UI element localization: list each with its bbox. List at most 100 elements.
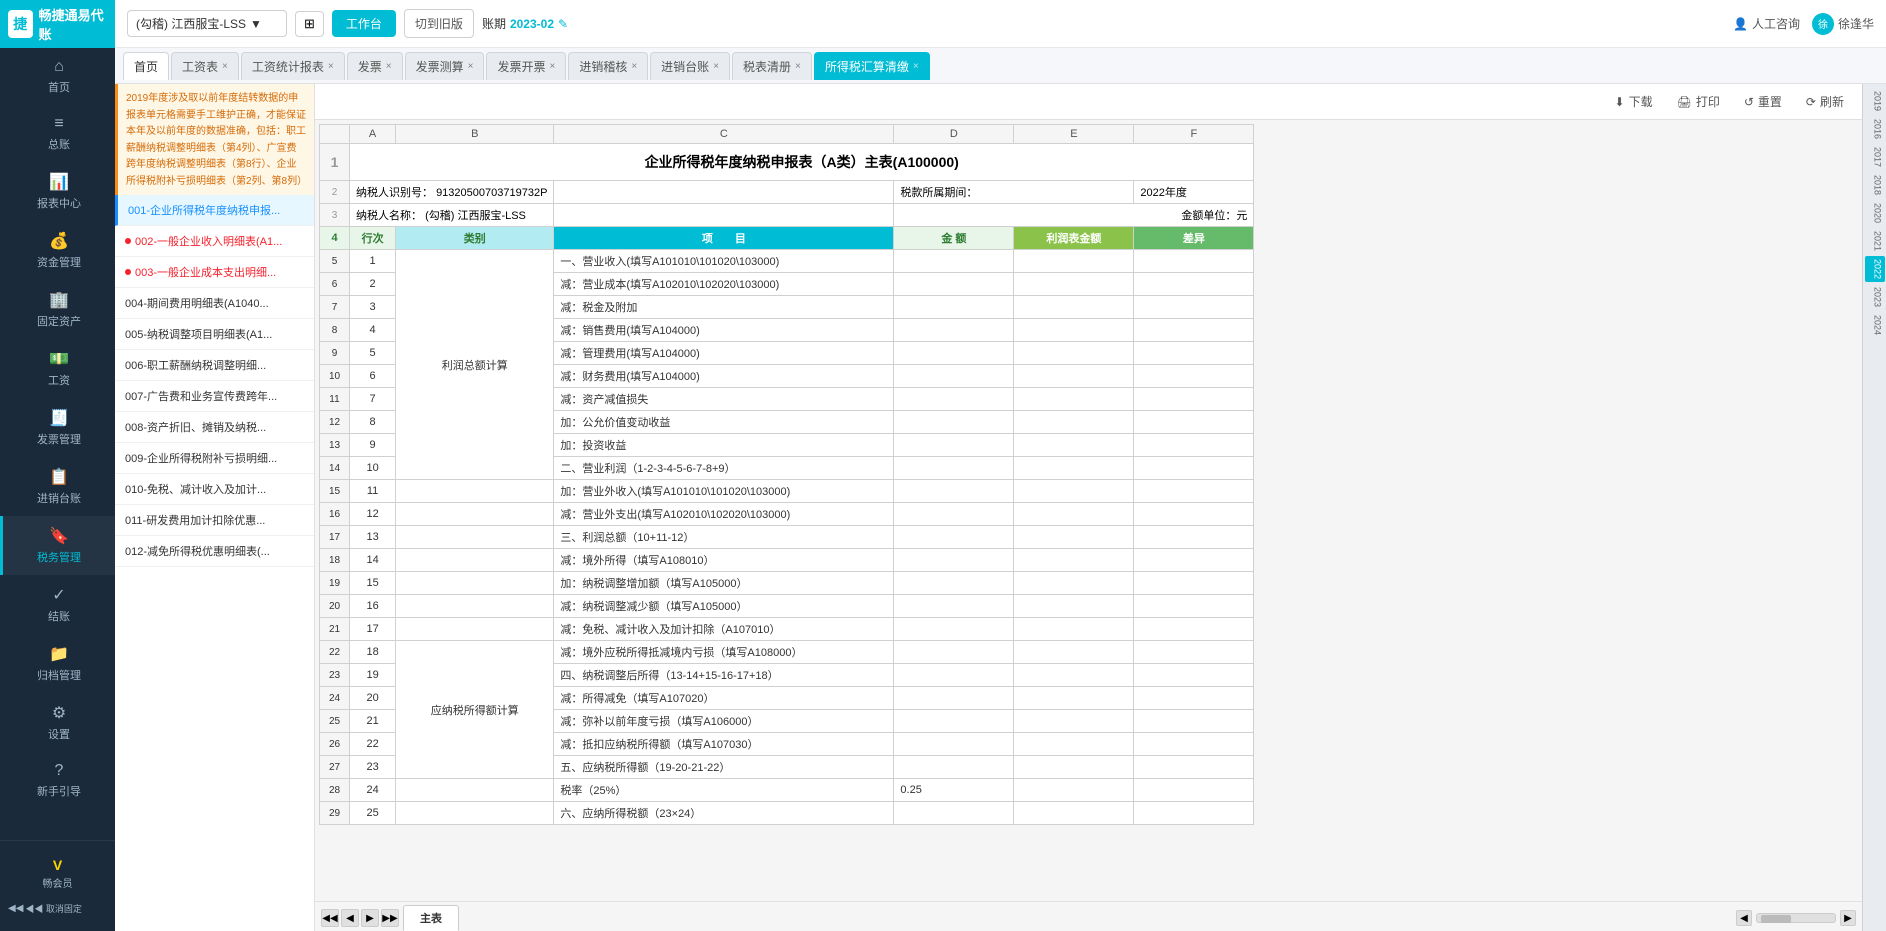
row-24-xingci[interactable]: 20 xyxy=(350,687,396,710)
sidebar-item-fund-mgmt[interactable]: 💰 资金管理 xyxy=(0,221,115,280)
sidebar-item-member[interactable]: V 畅会员 xyxy=(4,851,111,896)
sheet-nav-next-next[interactable]: ▶▶ xyxy=(381,909,399,927)
tab-invoice-calc-close[interactable]: × xyxy=(468,61,474,72)
form-list-item-010[interactable]: 010-免税、减计收入及加计... xyxy=(115,474,314,505)
row-5-xiangmu[interactable]: 一、营业收入(填写A101010\101020\103000) xyxy=(554,250,894,273)
form-list-item-005[interactable]: 005-纳税调整项目明细表(A1... xyxy=(115,319,314,350)
row-25-chaye[interactable] xyxy=(1134,710,1254,733)
form-list-item-003[interactable]: 003-一般企业成本支出明细... xyxy=(115,257,314,288)
row-13-xiangmu[interactable]: 加：投资收益 xyxy=(554,434,894,457)
row-27-chaye[interactable] xyxy=(1134,756,1254,779)
row-5-lirun[interactable] xyxy=(1014,250,1134,273)
sidebar-item-invoice-mgmt[interactable]: 🧾 发票管理 xyxy=(0,398,115,457)
timeline-2024[interactable]: 2024 xyxy=(1865,312,1885,338)
sidebar-item-report-center[interactable]: 📊 报表中心 xyxy=(0,162,115,221)
copy-btn[interactable]: ⊞ xyxy=(295,11,324,37)
row-27-xiangmu[interactable]: 五、应纳税所得额（19-20-21-22） xyxy=(554,756,894,779)
spreadsheet-container[interactable]: A B C D E F 1 企业所得税年度纳税申报表（A类）主表(A100000… xyxy=(315,120,1862,901)
row-24-lirun[interactable] xyxy=(1014,687,1134,710)
row-9-chaye[interactable] xyxy=(1134,342,1254,365)
row-13-xingci[interactable]: 9 xyxy=(350,434,396,457)
row-12-chaye[interactable] xyxy=(1134,411,1254,434)
row-10-chaye[interactable] xyxy=(1134,365,1254,388)
row-26-xingci[interactable]: 22 xyxy=(350,733,396,756)
row-8-quane[interactable] xyxy=(894,319,1014,342)
row-24-chaye[interactable] xyxy=(1134,687,1254,710)
row-12-xingci[interactable]: 8 xyxy=(350,411,396,434)
row-8-xingci[interactable]: 4 xyxy=(350,319,396,342)
sidebar-item-close-period[interactable]: ✓ 结账 xyxy=(0,575,115,634)
row-16-quane[interactable] xyxy=(894,503,1014,526)
row-18-chaye[interactable] xyxy=(1134,549,1254,572)
row-6-lirun[interactable] xyxy=(1014,273,1134,296)
sheet-nav-prev[interactable]: ◀ xyxy=(341,909,359,927)
row-15-xingci[interactable]: 11 xyxy=(350,480,396,503)
row-16-chaye[interactable] xyxy=(1134,503,1254,526)
horizontal-scrollbar[interactable] xyxy=(1756,913,1836,923)
user-avatar[interactable]: 徐 徐逢华 xyxy=(1812,13,1874,35)
timeline-2022[interactable]: 2022 xyxy=(1865,256,1885,282)
timeline-2016[interactable]: 2016 xyxy=(1865,116,1885,142)
row-15-lirun[interactable] xyxy=(1014,480,1134,503)
row-5-xingci[interactable]: 1 xyxy=(350,250,396,273)
row-10-xingci[interactable]: 6 xyxy=(350,365,396,388)
row-23-chaye[interactable] xyxy=(1134,664,1254,687)
row-21-xingci[interactable]: 17 xyxy=(350,618,396,641)
row-28-lirun[interactable] xyxy=(1014,779,1134,802)
row-19-xingci[interactable]: 15 xyxy=(350,572,396,595)
tab-home[interactable]: 首页 xyxy=(123,52,169,80)
row-22-quane[interactable] xyxy=(894,641,1014,664)
row-16-lirun[interactable] xyxy=(1014,503,1134,526)
row-20-chaye[interactable] xyxy=(1134,595,1254,618)
sidebar-item-payroll[interactable]: 💵 工资 xyxy=(0,339,115,398)
row-18-xiangmu[interactable]: 减：境外所得（填写A108010） xyxy=(554,549,894,572)
row-28-chaye[interactable] xyxy=(1134,779,1254,802)
row-19-lirun[interactable] xyxy=(1014,572,1134,595)
row-5-quane[interactable] xyxy=(894,250,1014,273)
row-11-quane[interactable] xyxy=(894,388,1014,411)
row-25-xiangmu[interactable]: 减：弥补以前年度亏损（填写A106000） xyxy=(554,710,894,733)
row-22-lirun[interactable] xyxy=(1014,641,1134,664)
row-20-xingci[interactable]: 16 xyxy=(350,595,396,618)
row-27-quane[interactable] xyxy=(894,756,1014,779)
row-22-xingci[interactable]: 18 xyxy=(350,641,396,664)
tab-sales-verify[interactable]: 进销稽核 × xyxy=(568,52,648,80)
form-list-item-011[interactable]: 011-研发费用加计扣除优惠... xyxy=(115,505,314,536)
row-10-xiangmu[interactable]: 减：财务费用(填写A104000) xyxy=(554,365,894,388)
row-10-lirun[interactable] xyxy=(1014,365,1134,388)
row-26-lirun[interactable] xyxy=(1014,733,1134,756)
tab-payroll-stats[interactable]: 工资统计报表 × xyxy=(241,52,345,80)
reset-btn[interactable]: ↺ 重置 xyxy=(1738,90,1788,113)
row-6-xiangmu[interactable]: 减：营业成本(填写A102010\102020\103000) xyxy=(554,273,894,296)
form-list-item-009[interactable]: 009-企业所得税附补亏损明细... xyxy=(115,443,314,474)
sidebar-item-tax-mgmt[interactable]: 🔖 税务管理 xyxy=(0,516,115,575)
row-26-xiangmu[interactable]: 减：抵扣应纳税所得额（填写A107030） xyxy=(554,733,894,756)
sidebar-item-general-ledger[interactable]: ≡ 总账 xyxy=(0,105,115,162)
row-22-xiangmu[interactable]: 减：境外应税所得抵减境内亏损（填写A108000） xyxy=(554,641,894,664)
tab-invoice-calc[interactable]: 发票测算 × xyxy=(405,52,485,80)
form-list-item-006[interactable]: 006-职工薪酬纳税调整明细... xyxy=(115,350,314,381)
row-26-quane[interactable] xyxy=(894,733,1014,756)
timeline-2023[interactable]: 2023 xyxy=(1865,284,1885,310)
row-11-xingci[interactable]: 7 xyxy=(350,388,396,411)
row-20-xiangmu[interactable]: 减：纳税调整减少额（填写A105000） xyxy=(554,595,894,618)
row-22-chaye[interactable] xyxy=(1134,641,1254,664)
row-27-xingci[interactable]: 23 xyxy=(350,756,396,779)
row-12-xiangmu[interactable]: 加：公允价值变动收益 xyxy=(554,411,894,434)
period-edit-icon[interactable]: ✎ xyxy=(558,17,568,31)
scroll-left-btn[interactable]: ◀ xyxy=(1736,910,1752,926)
row-12-quane[interactable] xyxy=(894,411,1014,434)
row-10-quane[interactable] xyxy=(894,365,1014,388)
row-19-chaye[interactable] xyxy=(1134,572,1254,595)
form-list-item-007[interactable]: 007-广告费和业务宣传费跨年... xyxy=(115,381,314,412)
row-7-lirun[interactable] xyxy=(1014,296,1134,319)
row-9-xingci[interactable]: 5 xyxy=(350,342,396,365)
row-26-chaye[interactable] xyxy=(1134,733,1254,756)
row-14-xingci[interactable]: 10 xyxy=(350,457,396,480)
row-21-lirun[interactable] xyxy=(1014,618,1134,641)
row-29-chaye[interactable] xyxy=(1134,802,1254,825)
row-28-xiangmu[interactable]: 税率（25%） xyxy=(554,779,894,802)
row-14-xiangmu[interactable]: 二、营业利润（1-2-3-4-5-6-7-8+9） xyxy=(554,457,894,480)
tab-tax-clearance[interactable]: 税表清册 × xyxy=(732,52,812,80)
row-23-xiangmu[interactable]: 四、纳税调整后所得（13-14+15-16-17+18） xyxy=(554,664,894,687)
